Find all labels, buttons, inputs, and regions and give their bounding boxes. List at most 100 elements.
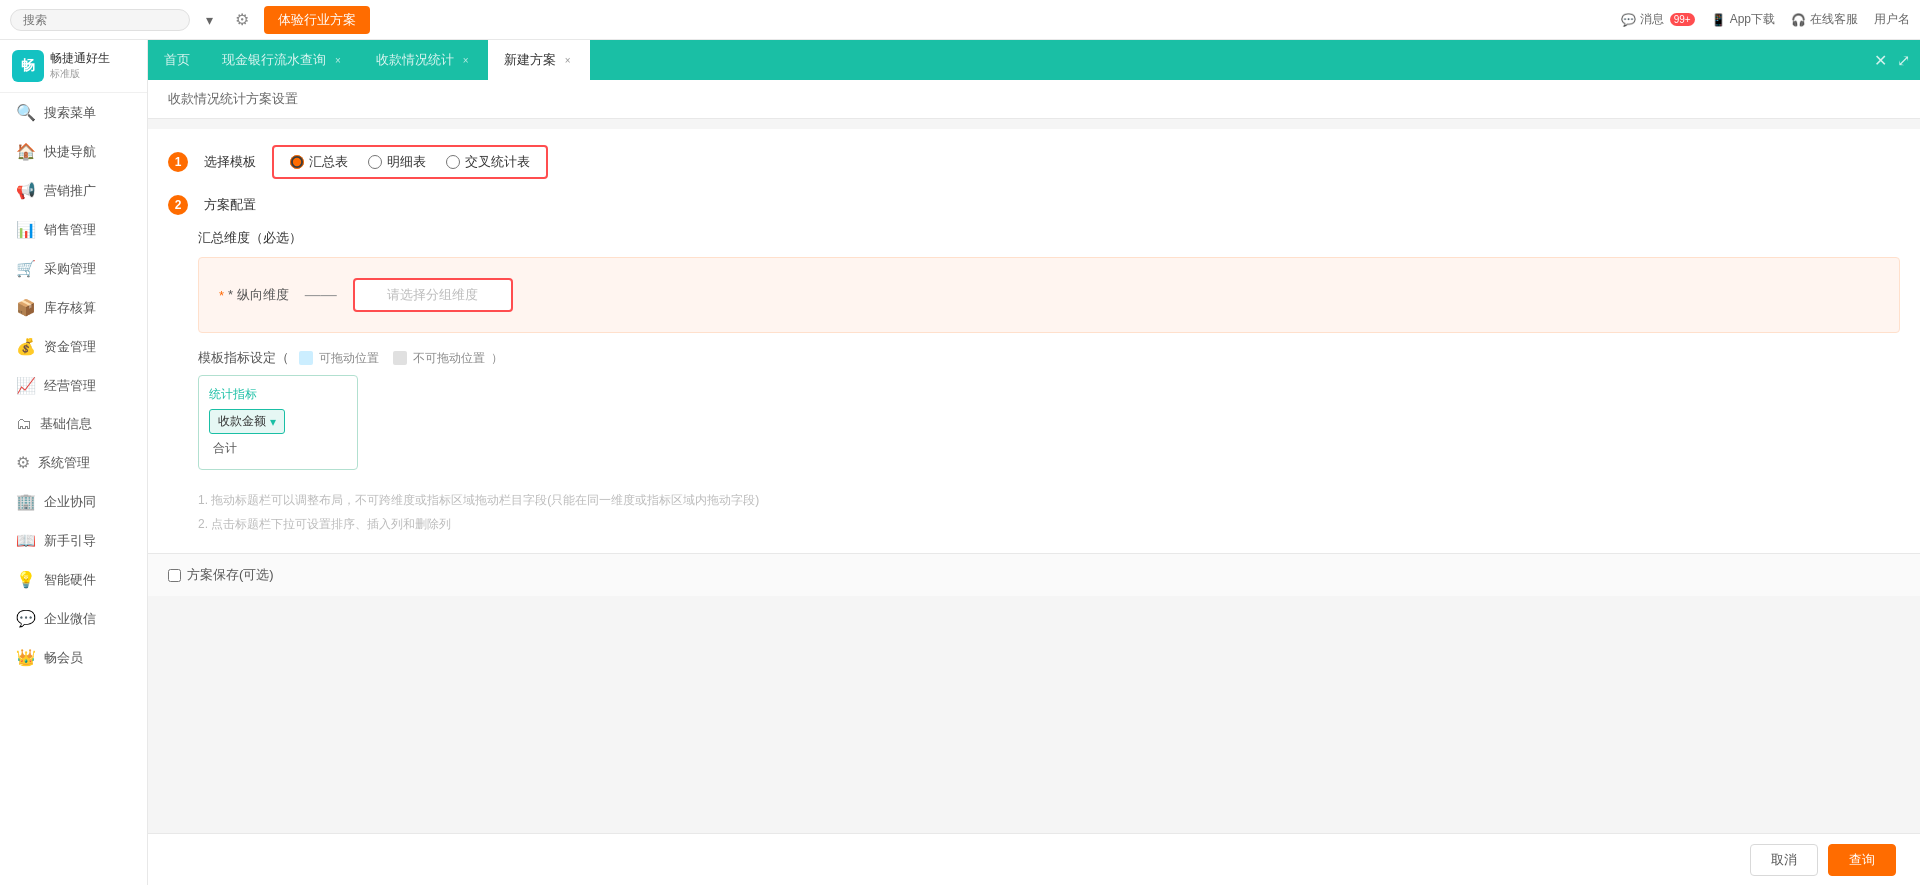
tab-new-plan-close[interactable]: × xyxy=(562,54,574,67)
stat-total: 合计 xyxy=(209,438,347,459)
radio-mingxi-input[interactable] xyxy=(368,155,382,169)
sidebar-item-hardware[interactable]: 💡 智能硬件 xyxy=(0,560,147,599)
logo-sub: 标准版 xyxy=(50,67,110,81)
top-header: ▾ ⚙ 体验行业方案 💬 消息 99+ 📱 App下载 🎧 在线客服 用户名 xyxy=(0,0,1920,40)
dim-row-label: * 纵向维度 xyxy=(228,286,289,304)
indicator-section: 模板指标设定（ 可拖动位置 不可拖动位置 ） 统计指标 xyxy=(198,349,1900,470)
message-item[interactable]: 💬 消息 99+ xyxy=(1621,11,1695,28)
sidebar-item-purchase[interactable]: 🛒 采购管理 xyxy=(0,249,147,288)
form-section: 1 选择模板 汇总表 明细表 交叉统计表 xyxy=(148,129,1920,553)
draggable-legend: 可拖动位置 不可拖动位置 ） xyxy=(299,350,503,367)
cancel-button[interactable]: 取消 xyxy=(1750,844,1818,876)
sidebar-label-finance: 资金管理 xyxy=(44,338,96,356)
sidebar-item-inventory[interactable]: 📦 库存核算 xyxy=(0,288,147,327)
download-item[interactable]: 📱 App下载 xyxy=(1711,11,1775,28)
sidebar-item-guide[interactable]: 📖 新手引导 xyxy=(0,521,147,560)
query-button[interactable]: 查询 xyxy=(1828,844,1896,876)
non-draggable-label: 不可拖动位置 xyxy=(413,350,485,367)
sidebar-label-guide: 新手引导 xyxy=(44,532,96,550)
sidebar-label-wechat: 企业微信 xyxy=(44,610,96,628)
stat-tag-label: 收款金额 xyxy=(218,413,266,430)
header-right: 💬 消息 99+ 📱 App下载 🎧 在线客服 用户名 xyxy=(1621,11,1910,28)
sidebar-label-search: 搜索菜单 xyxy=(44,104,96,122)
sidebar-item-nav[interactable]: 🏠 快捷导航 xyxy=(0,132,147,171)
stat-tag[interactable]: 收款金额 ▾ xyxy=(209,409,285,434)
radio-huizong[interactable]: 汇总表 xyxy=(290,153,348,171)
search-icon: 🔍 xyxy=(16,103,36,122)
tab-home[interactable]: 首页 xyxy=(148,40,206,80)
user-name: 用户名 xyxy=(1874,11,1910,28)
tab-cashflow[interactable]: 现金银行流水查询 × xyxy=(206,40,360,80)
search-input[interactable] xyxy=(10,9,190,31)
user-item[interactable]: 用户名 xyxy=(1874,11,1910,28)
sidebar-item-sales[interactable]: 📊 销售管理 xyxy=(0,210,147,249)
tab-close-button[interactable]: ✕ xyxy=(1874,51,1887,70)
required-star: * xyxy=(219,288,224,303)
wechat-icon: 💬 xyxy=(16,609,36,628)
purchase-icon: 🛒 xyxy=(16,259,36,278)
marketing-icon: 📢 xyxy=(16,181,36,200)
radio-jiaocha-input[interactable] xyxy=(446,155,460,169)
tip-2: 2. 点击标题栏下拉可设置排序、插入列和删除列 xyxy=(198,514,1900,536)
tab-new-plan[interactable]: 新建方案 × xyxy=(488,40,590,80)
finance-icon: 💰 xyxy=(16,337,36,356)
sidebar-label-hardware: 智能硬件 xyxy=(44,571,96,589)
stat-tag-icon: ▾ xyxy=(270,415,276,429)
dropdown-button[interactable]: ▾ xyxy=(198,9,220,31)
radio-huizong-input[interactable] xyxy=(290,155,304,169)
logo-text-wrap: 畅捷通好生 标准版 xyxy=(50,51,110,81)
tab-new-plan-label: 新建方案 xyxy=(504,51,556,69)
service-item[interactable]: 🎧 在线客服 xyxy=(1791,11,1858,28)
inventory-icon: 📦 xyxy=(16,298,36,317)
settings-button[interactable]: ⚙ xyxy=(228,6,256,34)
sidebar-item-operations[interactable]: 📈 经营管理 xyxy=(0,366,147,405)
download-icon: 📱 xyxy=(1711,13,1726,27)
sidebar-logo: 畅 畅捷通好生 标准版 xyxy=(0,40,147,93)
sidebar-item-member[interactable]: 👑 畅会员 xyxy=(0,638,147,677)
sidebar-item-finance[interactable]: 💰 资金管理 xyxy=(0,327,147,366)
sidebar-item-enterprise[interactable]: 🏢 企业协同 xyxy=(0,482,147,521)
dimension-select[interactable]: 请选择分组维度 xyxy=(353,278,513,312)
sidebar-label-basic: 基础信息 xyxy=(40,415,92,433)
sidebar-label-nav: 快捷导航 xyxy=(44,143,96,161)
radio-mingxi[interactable]: 明细表 xyxy=(368,153,426,171)
sidebar: 畅 畅捷通好生 标准版 🔍 搜索菜单 🏠 快捷导航 📢 营销推广 📊 销售管理 … xyxy=(0,40,148,885)
step1-row: 1 选择模板 汇总表 明细表 交叉统计表 xyxy=(168,145,1900,179)
sales-icon: 📊 xyxy=(16,220,36,239)
draggable-icon xyxy=(299,351,313,365)
stat-indicator-box: 统计指标 收款金额 ▾ 合计 xyxy=(198,375,358,470)
draggable-label: 可拖动位置 xyxy=(319,350,379,367)
tip-1: 1. 拖动标题栏可以调整布局，不可跨维度或指标区域拖动栏目字段(只能在同一维度或… xyxy=(198,490,1900,512)
step1-badge: 1 xyxy=(168,152,188,172)
main-area: 首页 现金银行流水查询 × 收款情况统计 × 新建方案 × ✕ ⤢ 收 xyxy=(148,40,1920,885)
bottom-bar: 取消 查询 xyxy=(148,833,1920,885)
basic-icon: 🗂 xyxy=(16,415,32,433)
save-checkbox[interactable] xyxy=(168,569,181,582)
save-checkbox-label: 方案保存(可选) xyxy=(187,566,274,584)
indicator-suffix: ） xyxy=(491,350,503,367)
tab-collection[interactable]: 收款情况统计 × xyxy=(360,40,488,80)
tab-cashflow-close[interactable]: × xyxy=(332,54,344,67)
step2-badge: 2 xyxy=(168,195,188,215)
trial-button[interactable]: 体验行业方案 xyxy=(264,6,370,34)
message-label: 消息 xyxy=(1640,11,1664,28)
step2-label: 方案配置 xyxy=(204,196,256,214)
sidebar-label-sales: 销售管理 xyxy=(44,221,96,239)
step2-section: 2 方案配置 汇总维度（必选） * * 纵向维度 xyxy=(168,195,1900,535)
sidebar-item-marketing[interactable]: 📢 营销推广 xyxy=(0,171,147,210)
message-icon: 💬 xyxy=(1621,13,1636,27)
guide-icon: 📖 xyxy=(16,531,36,550)
content-area: 收款情况统计方案设置 1 选择模板 汇总表 明细表 xyxy=(148,80,1920,885)
sidebar-item-basic[interactable]: 🗂 基础信息 xyxy=(0,405,147,443)
sidebar-item-system[interactable]: ⚙ 系统管理 xyxy=(0,443,147,482)
stat-label: 统计指标 xyxy=(209,386,347,403)
sidebar-label-member: 畅会员 xyxy=(44,649,83,667)
step1-label: 选择模板 xyxy=(204,153,256,171)
sidebar-item-search[interactable]: 🔍 搜索菜单 xyxy=(0,93,147,132)
radio-jiaocha[interactable]: 交叉统计表 xyxy=(446,153,530,171)
radio-jiaocha-label: 交叉统计表 xyxy=(465,153,530,171)
tab-expand-button[interactable]: ⤢ xyxy=(1897,51,1910,70)
sidebar-item-wechat[interactable]: 💬 企业微信 xyxy=(0,599,147,638)
tab-collection-close[interactable]: × xyxy=(460,54,472,67)
tab-bar: 首页 现金银行流水查询 × 收款情况统计 × 新建方案 × ✕ ⤢ xyxy=(148,40,1920,80)
